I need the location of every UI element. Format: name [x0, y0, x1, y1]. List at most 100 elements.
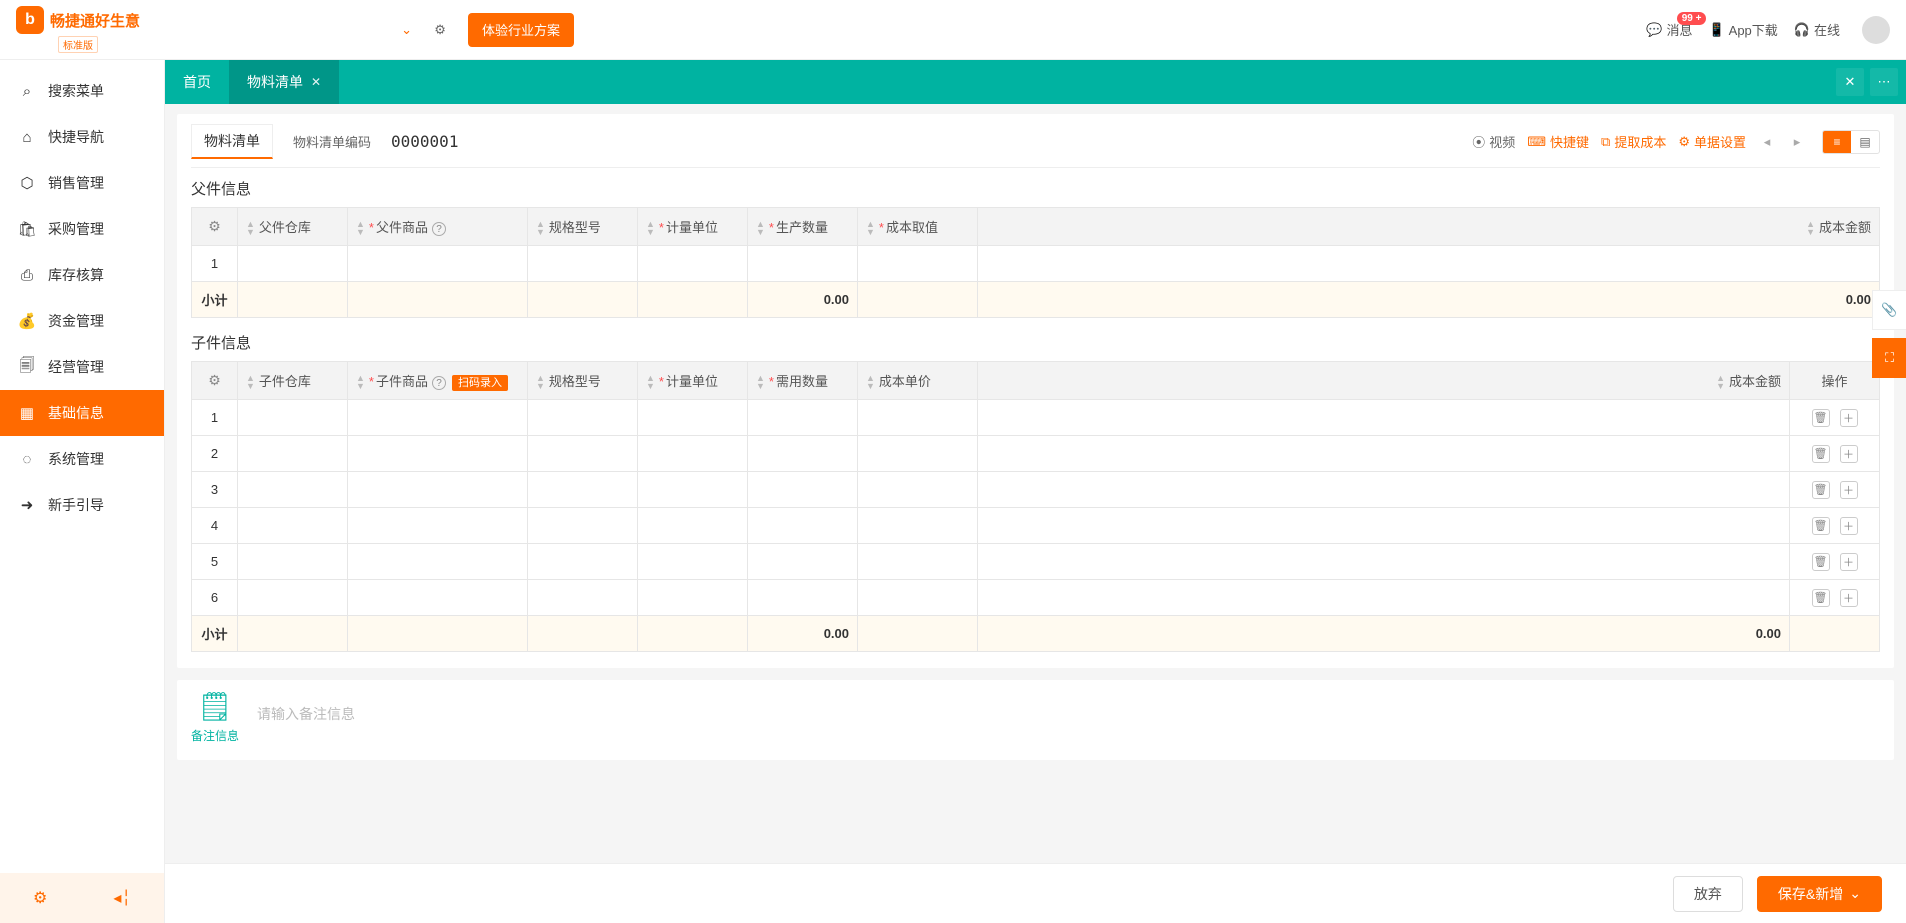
col-parent-product[interactable]: ▲▼*父件商品?	[348, 208, 528, 246]
scan-input-tag[interactable]: 扫码录入	[452, 375, 508, 391]
app-download-link[interactable]: 📱 App下载	[1708, 20, 1777, 39]
child-row[interactable]: 5 🗑 ＋	[192, 544, 1880, 580]
online-support-link[interactable]: 🎧 在线	[1794, 20, 1840, 39]
tabs-more-button[interactable]: ⋯	[1870, 68, 1898, 96]
discard-button[interactable]: 放弃	[1673, 876, 1743, 912]
child-row[interactable]: 1 🗑 ＋	[192, 400, 1880, 436]
remarks-input[interactable]	[257, 690, 1880, 738]
child-row[interactable]: 2🗑＋	[192, 436, 1880, 472]
search-icon: ⌕	[18, 82, 36, 100]
plus-icon: ＋	[1843, 446, 1854, 462]
fullscreen-button[interactable]: ⛶	[1872, 338, 1906, 378]
sidebar-item-buy[interactable]: 🛍采购管理	[0, 206, 164, 252]
info-icon[interactable]: ?	[432, 222, 446, 236]
row-delete-button[interactable]: 🗑	[1812, 409, 1830, 427]
extract-cost-label: 提取成本	[1614, 132, 1666, 151]
view-card-button[interactable]: ▤	[1851, 131, 1879, 153]
tabs-close-all-button[interactable]: ✕	[1836, 68, 1864, 96]
sidebar-item-stock[interactable]: ⎙库存核算	[0, 252, 164, 298]
expand-icon: ⛶	[1885, 350, 1894, 366]
sidebar-item-biz[interactable]: 🗐经营管理	[0, 344, 164, 390]
user-avatar[interactable]	[1862, 16, 1890, 44]
plus-icon: ＋	[1843, 590, 1854, 606]
sidebar-item-sys[interactable]: ◌系统管理	[0, 436, 164, 482]
sidebar-item-search[interactable]: ⌕搜索菜单	[0, 68, 164, 114]
tab-bom[interactable]: 物料清单 ✕	[229, 60, 339, 104]
col-child-product[interactable]: ▲▼*子件商品?扫码录入	[348, 362, 528, 400]
subtotal-label: 小计	[192, 282, 238, 318]
row-index: 1	[192, 246, 238, 282]
col-child-amount[interactable]: ▲▼成本金额	[978, 362, 1790, 400]
row-add-button[interactable]: ＋	[1840, 481, 1858, 499]
row-index: 3	[192, 472, 238, 508]
row-delete-button[interactable]: 🗑	[1812, 481, 1830, 499]
col-parent-costmethod[interactable]: ▲▼*成本取值	[858, 208, 978, 246]
info-icon[interactable]: ?	[432, 376, 446, 390]
parent-row[interactable]: 1	[192, 246, 1880, 282]
close-icon[interactable]: ✕	[311, 75, 321, 89]
col-gear[interactable]: ⚙	[192, 208, 238, 246]
row-delete-button[interactable]: 🗑	[1812, 445, 1830, 463]
col-child-warehouse[interactable]: ▲▼子件仓库	[238, 362, 348, 400]
row-delete-button[interactable]: 🗑	[1812, 517, 1830, 535]
save-label: 保存&新增	[1778, 884, 1843, 904]
row-index: 5	[192, 544, 238, 580]
sidebar-item-nav[interactable]: ⌂快捷导航	[0, 114, 164, 160]
view-toggle: ≡ ▤	[1822, 130, 1880, 154]
col-gear[interactable]: ⚙	[192, 362, 238, 400]
row-index: 1	[192, 400, 238, 436]
col-parent-unit[interactable]: ▲▼*计量单位	[638, 208, 748, 246]
col-child-qty[interactable]: ▲▼*需用数量	[748, 362, 858, 400]
account-select[interactable]: ⌄	[200, 14, 420, 46]
doc-setting-link[interactable]: ⚙单据设置	[1678, 132, 1746, 151]
col-parent-amount[interactable]: ▲▼成本金额	[978, 208, 1880, 246]
row-add-button[interactable]: ＋	[1840, 409, 1858, 427]
row-delete-button[interactable]: 🗑	[1812, 589, 1830, 607]
save-and-new-button[interactable]: 保存&新增 ⌄	[1757, 876, 1882, 912]
row-add-button[interactable]: ＋	[1840, 517, 1858, 535]
sidebar-item-base[interactable]: ▦基础信息	[0, 390, 164, 436]
child-row[interactable]: 3 🗑 ＋	[192, 472, 1880, 508]
nav-icon: ⌂	[18, 128, 36, 146]
parent-table: ⚙ ▲▼父件仓库 ▲▼*父件商品? ▲▼规格型号 ▲▼*计量单位 ▲▼*生产数量…	[191, 207, 1880, 318]
sidebar-item-sale[interactable]: ⬡销售管理	[0, 160, 164, 206]
trash-icon: 🗑	[1814, 411, 1828, 424]
messages-link[interactable]: 💬 消息 99 +	[1646, 20, 1692, 39]
view-list-button[interactable]: ≡	[1823, 131, 1851, 153]
col-parent-warehouse[interactable]: ▲▼父件仓库	[238, 208, 348, 246]
row-add-button[interactable]: ＋	[1840, 445, 1858, 463]
child-row[interactable]: 6 🗑 ＋	[192, 580, 1880, 616]
child-row[interactable]: 4🗑＋	[192, 508, 1880, 544]
online-label: 在线	[1814, 20, 1840, 39]
account-settings-button[interactable]: ⚙	[424, 14, 456, 46]
row-add-button[interactable]: ＋	[1840, 589, 1858, 607]
col-parent-qty[interactable]: ▲▼*生产数量	[748, 208, 858, 246]
video-link[interactable]: ⦿视频	[1472, 132, 1515, 151]
card-icon: ▤	[1859, 135, 1870, 149]
row-index: 6	[192, 580, 238, 616]
row-add-button[interactable]: ＋	[1840, 553, 1858, 571]
col-parent-spec[interactable]: ▲▼规格型号	[528, 208, 638, 246]
brand-name: 畅捷通好生意	[50, 10, 140, 31]
col-child-spec[interactable]: ▲▼规格型号	[528, 362, 638, 400]
prev-doc-button[interactable]: ◂	[1758, 133, 1776, 151]
experience-plan-button[interactable]: 体验行业方案	[468, 13, 574, 47]
sidebar-item-fund[interactable]: 💰资金管理	[0, 298, 164, 344]
extract-icon: ⧉	[1601, 134, 1610, 150]
doc-type-bom[interactable]: 物料清单	[191, 124, 273, 159]
sidebar-item-guide[interactable]: ➜新手引导	[0, 482, 164, 528]
col-child-unit[interactable]: ▲▼*计量单位	[638, 362, 748, 400]
fund-icon: 💰	[18, 312, 36, 330]
col-child-price[interactable]: ▲▼成本单价	[858, 362, 978, 400]
attach-button[interactable]: 📎	[1872, 290, 1906, 330]
more-icon: ⋯	[1878, 74, 1891, 90]
tab-home[interactable]: 首页	[165, 60, 229, 104]
shortcut-link[interactable]: ⌨快捷键	[1527, 132, 1589, 151]
extract-cost-link[interactable]: ⧉提取成本	[1601, 132, 1666, 151]
sidebar-settings-button[interactable]: ⚙	[33, 888, 47, 908]
next-doc-button[interactable]: ▸	[1788, 133, 1806, 151]
row-delete-button[interactable]: 🗑	[1812, 553, 1830, 571]
paperclip-icon: 📎	[1881, 302, 1897, 318]
sidebar-collapse-button[interactable]: ◂╎	[113, 888, 131, 908]
sidebar-item-label: 经营管理	[48, 357, 104, 377]
